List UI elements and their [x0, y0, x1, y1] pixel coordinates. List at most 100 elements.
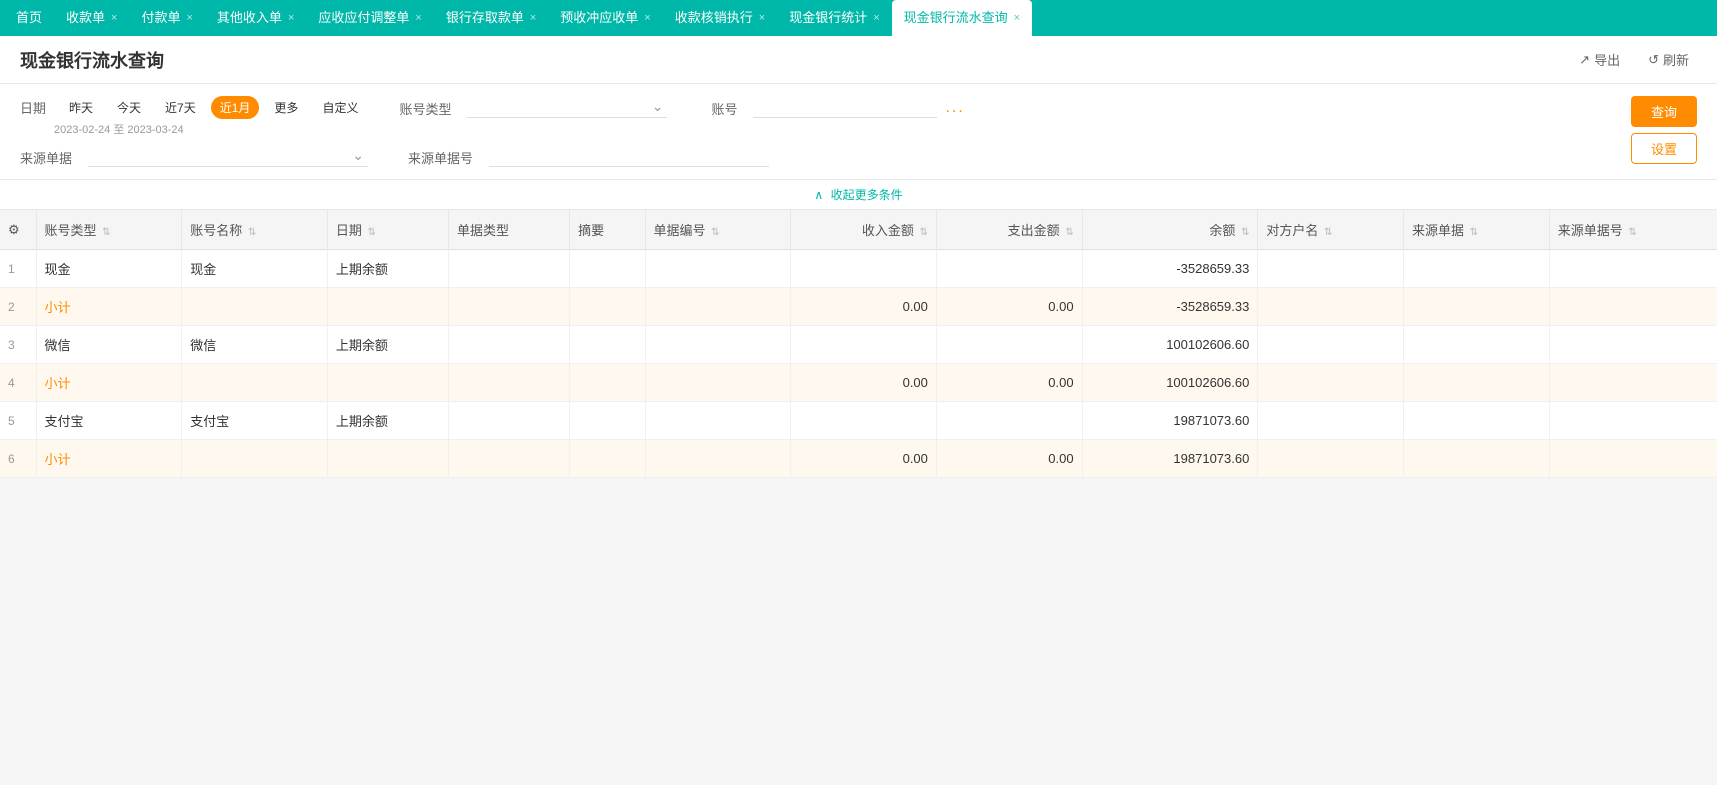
close-tab-1-icon[interactable]: × — [186, 0, 192, 36]
sort-counterparty-icon[interactable]: ⇅ — [1324, 227, 1332, 238]
close-tab-4-icon[interactable]: × — [530, 0, 536, 36]
cell-account-type: 微信 — [36, 326, 182, 364]
date-btn-7days[interactable]: 近7天 — [156, 96, 205, 119]
account-input[interactable] — [753, 98, 937, 118]
cell-row-num: 2 — [0, 288, 36, 326]
date-btn-1month[interactable]: 近1月 — [211, 96, 260, 119]
close-tab-5-icon[interactable]: × — [644, 0, 650, 36]
cell-expense: 0.00 — [936, 364, 1082, 402]
cell-income: 0.00 — [791, 288, 937, 326]
page-header: 现金银行流水查询 ↗ 导出 ↺ 刷新 — [0, 36, 1717, 84]
source-doc-num-input[interactable] — [489, 147, 769, 167]
cell-expense — [936, 326, 1082, 364]
cell-source-doc — [1404, 250, 1550, 288]
cell-doc-number — [645, 250, 791, 288]
nav-tab-qitashouru[interactable]: 其他收入单 × — [205, 0, 306, 36]
cell-doc-type — [448, 250, 569, 288]
source-doc-select[interactable] — [88, 147, 368, 167]
page-title: 现金银行流水查询 — [20, 47, 164, 73]
cell-doc-number — [645, 364, 791, 402]
cell-summary — [570, 364, 645, 402]
th-source-doc-num: 来源单据号 ⇅ — [1549, 210, 1717, 250]
sort-account-type-icon[interactable]: ⇅ — [102, 227, 110, 238]
th-doc-type: 单据类型 — [448, 210, 569, 250]
th-gear[interactable]: ⚙ — [0, 210, 36, 250]
query-button[interactable]: 查询 — [1631, 96, 1697, 127]
cell-doc-type — [448, 326, 569, 364]
date-btn-yesterday[interactable]: 昨天 — [60, 96, 102, 119]
cell-balance: 100102606.60 — [1082, 364, 1258, 402]
cell-doc-type — [448, 402, 569, 440]
account-dots-button[interactable]: ... — [945, 99, 964, 117]
cell-source-doc-num — [1549, 402, 1717, 440]
refresh-button[interactable]: ↺ 刷新 — [1640, 46, 1697, 73]
sort-expense-icon[interactable]: ⇅ — [1065, 227, 1073, 238]
nav-home[interactable]: 首页 — [4, 0, 54, 36]
nav-tab-xianjinyinhangtongji[interactable]: 现金银行统计 × — [777, 0, 891, 36]
collapse-bar[interactable]: ∧ 收起更多条件 — [0, 180, 1717, 210]
close-tab-3-icon[interactable]: × — [415, 0, 421, 36]
cell-account-type: 小计 — [36, 288, 182, 326]
nav-tab-liushuichaxun[interactable]: 现金银行流水查询 × — [892, 0, 1032, 36]
account-type-label: 账号类型 — [399, 99, 451, 118]
cell-source-doc — [1404, 326, 1550, 364]
th-balance: 余额 ⇅ — [1082, 210, 1258, 250]
cell-date: 上期余额 — [327, 250, 448, 288]
export-button[interactable]: ↗ 导出 — [1571, 46, 1628, 73]
cell-source-doc — [1404, 440, 1550, 478]
close-tab-8-icon[interactable]: × — [1014, 0, 1020, 36]
cell-row-num: 5 — [0, 402, 36, 440]
nav-tab-yushouzhong[interactable]: 预收冲应收单 × — [548, 0, 662, 36]
th-date: 日期 ⇅ — [327, 210, 448, 250]
cell-date — [327, 288, 448, 326]
table-row: 4 小计 0.00 0.00 100102606.60 — [0, 364, 1717, 402]
cell-row-num: 4 — [0, 364, 36, 402]
cell-source-doc-num — [1549, 250, 1717, 288]
close-tab-2-icon[interactable]: × — [288, 0, 294, 36]
cell-counterparty — [1258, 288, 1404, 326]
cell-counterparty — [1258, 364, 1404, 402]
cell-expense: 0.00 — [936, 440, 1082, 478]
settings-button[interactable]: 设置 — [1631, 133, 1697, 164]
cell-source-doc-num — [1549, 326, 1717, 364]
refresh-icon: ↺ — [1648, 52, 1659, 68]
date-btn-custom[interactable]: 自定义 — [313, 96, 367, 119]
date-btn-today[interactable]: 今天 — [108, 96, 150, 119]
table-row: 3 微信 微信 上期余额 100102606.60 — [0, 326, 1717, 364]
sort-source-doc-icon[interactable]: ⇅ — [1470, 227, 1478, 238]
cell-row-num: 6 — [0, 440, 36, 478]
gear-icon[interactable]: ⚙ — [8, 222, 20, 237]
nav-tab-shoukuandan[interactable]: 收款单 × — [54, 0, 129, 36]
data-table: ⚙ 账号类型 ⇅ 账号名称 ⇅ 日期 ⇅ 单据类型 摘要 — [0, 210, 1717, 478]
nav-tab-yinhangcunqu[interactable]: 银行存取款单 × — [434, 0, 548, 36]
table-row: 6 小计 0.00 0.00 19871073.60 — [0, 440, 1717, 478]
sort-source-doc-num-icon[interactable]: ⇅ — [1628, 227, 1636, 238]
cell-account-type: 小计 — [36, 364, 182, 402]
close-tab-6-icon[interactable]: × — [759, 0, 765, 36]
nav-tab-fukuandan[interactable]: 付款单 × — [129, 0, 204, 36]
cell-balance: 100102606.60 — [1082, 326, 1258, 364]
date-btn-more[interactable]: 更多 — [265, 96, 307, 119]
date-range-display: 2023-02-24 至 2023-03-24 — [54, 124, 184, 136]
sort-doc-num-icon[interactable]: ⇅ — [711, 227, 719, 238]
cell-counterparty — [1258, 250, 1404, 288]
sort-balance-icon[interactable]: ⇅ — [1241, 227, 1249, 238]
th-doc-number: 单据编号 ⇅ — [645, 210, 791, 250]
sort-date-icon[interactable]: ⇅ — [368, 227, 376, 238]
close-tab-7-icon[interactable]: × — [873, 0, 879, 36]
cell-account-type: 支付宝 — [36, 402, 182, 440]
sort-income-icon[interactable]: ⇅ — [920, 227, 928, 238]
cell-date — [327, 440, 448, 478]
collapse-up-icon: ∧ — [814, 188, 823, 202]
cell-account-name — [182, 440, 328, 478]
nav-tab-yingshouyingfu[interactable]: 应收应付调整单 × — [306, 0, 433, 36]
sort-account-name-icon[interactable]: ⇅ — [248, 227, 256, 238]
source-doc-select-wrapper — [88, 147, 368, 167]
account-type-select[interactable]: 现金 微信 支付宝 — [467, 98, 667, 118]
cell-date: 上期余额 — [327, 402, 448, 440]
cell-balance: -3528659.33 — [1082, 288, 1258, 326]
nav-tab-shoukuanhexiao[interactable]: 收款核销执行 × — [663, 0, 777, 36]
table-row: 2 小计 0.00 0.00 -3528659.33 — [0, 288, 1717, 326]
action-buttons: 查询 设置 — [1631, 96, 1697, 164]
close-tab-0-icon[interactable]: × — [111, 0, 117, 36]
